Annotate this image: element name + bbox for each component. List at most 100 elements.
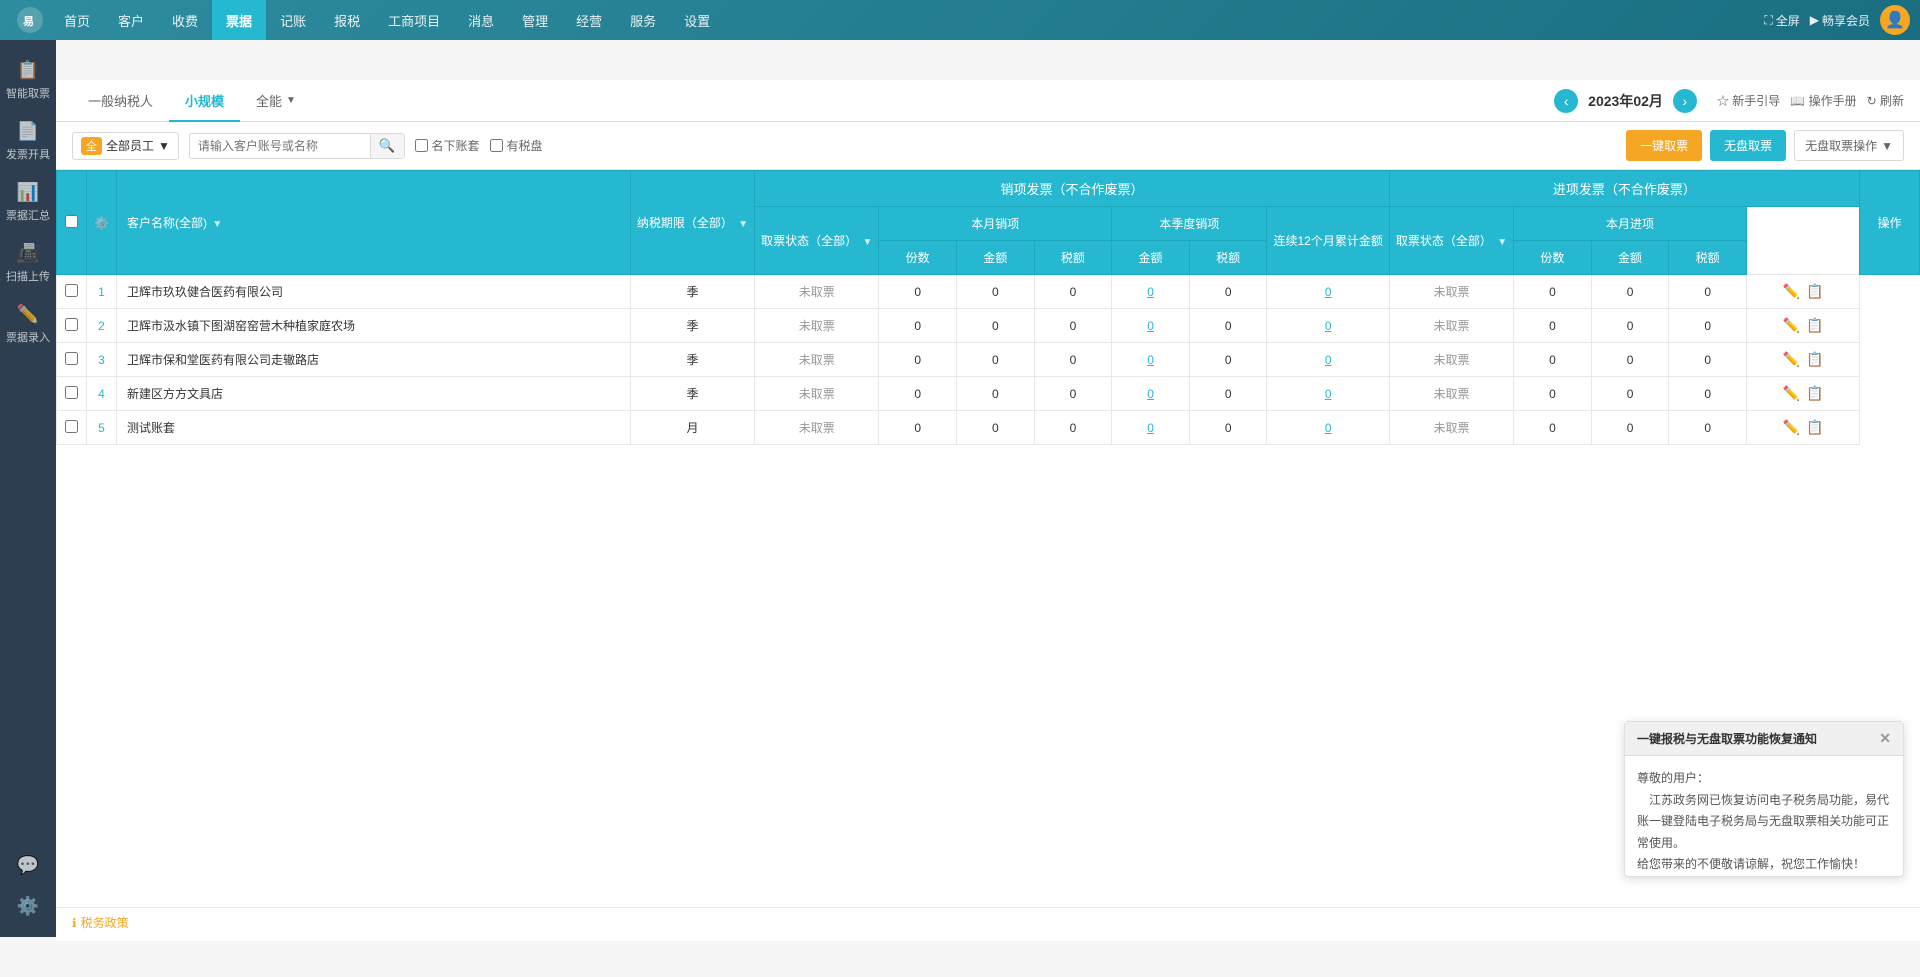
nav-operation[interactable]: 经营 — [562, 0, 616, 40]
row-number: 2 — [87, 309, 117, 343]
row-purchase-month-tax: 0 — [1669, 343, 1747, 377]
row-sales-month-amount: 0 — [956, 309, 1034, 343]
member-button[interactable]: ▶ 畅享会员 — [1810, 12, 1870, 29]
employee-filter[interactable]: 全 全部员工 ▼ — [72, 132, 179, 160]
sidebar-item-msg[interactable]: 💬 — [17, 845, 39, 886]
row-view-icon[interactable]: 📋 — [1806, 317, 1823, 334]
new-guide-button[interactable]: ☆ 新手引导 — [1717, 92, 1780, 109]
period-prev-button[interactable]: ‹ — [1554, 89, 1578, 113]
nav-service[interactable]: 服务 — [616, 0, 670, 40]
nav-invoice[interactable]: 票据 — [212, 0, 266, 40]
row-checkbox-cell — [57, 343, 87, 377]
nav-bookkeeping[interactable]: 记账 — [266, 0, 320, 40]
row-sales-quarter-amount[interactable]: 0 — [1112, 343, 1190, 377]
row-sales-12month[interactable]: 0 — [1267, 343, 1389, 377]
fullscreen-button[interactable]: ⛶ 全屏 — [1764, 12, 1799, 29]
th-purchase-status[interactable]: 取票状态（全部） ▼ — [1389, 207, 1513, 275]
row-purchase-status: 未取票 — [1389, 411, 1513, 445]
nav-home[interactable]: 首页 — [50, 0, 104, 40]
row-sales-12month[interactable]: 0 — [1267, 377, 1389, 411]
row-purchase-month-amount: 0 — [1591, 309, 1669, 343]
no-disk-fetch-button[interactable]: 无盘取票 — [1710, 130, 1786, 161]
row-view-icon[interactable]: 📋 — [1806, 351, 1823, 368]
row-edit-icon[interactable]: ✏️ — [1783, 317, 1800, 334]
nav-customer[interactable]: 客户 — [104, 0, 158, 40]
sidebar-item-invoice-issue[interactable]: 📄 发票开具 — [0, 111, 56, 172]
row-tax-period: 月 — [630, 411, 754, 445]
nav-tax[interactable]: 报税 — [320, 0, 374, 40]
has-tax-disk-checkbox[interactable]: 有税盘 — [490, 137, 543, 154]
row-sales-quarter-amount[interactable]: 0 — [1112, 377, 1190, 411]
row-sales-12month[interactable]: 0 — [1267, 411, 1389, 445]
row-sales-status: 未取票 — [755, 309, 879, 343]
row-sales-quarter-amount[interactable]: 0 — [1112, 275, 1190, 309]
sidebar-item-settings[interactable]: ⚙️ — [17, 886, 39, 927]
manual-button[interactable]: 📖 操作手册 — [1790, 92, 1856, 109]
row-sales-quarter-amount[interactable]: 0 — [1112, 411, 1190, 445]
row-purchase-status: 未取票 — [1389, 377, 1513, 411]
sidebar-item-smart-fetch[interactable]: 📋 智能取票 — [0, 50, 56, 111]
row-view-icon[interactable]: 📋 — [1806, 419, 1823, 436]
nav-settings[interactable]: 设置 — [670, 0, 724, 40]
tab-all-capable-dropdown-icon: ▼ — [286, 95, 296, 106]
invoice-issue-icon: 📄 — [17, 121, 39, 142]
row-edit-icon[interactable]: ✏️ — [1783, 419, 1800, 436]
search-input[interactable] — [190, 135, 370, 157]
row-purchase-month-amount: 0 — [1591, 411, 1669, 445]
th-purchase-invoice-group: 进项发票（不合作废票） — [1389, 171, 1859, 207]
nav-message[interactable]: 消息 — [454, 0, 508, 40]
th-sales-month-amount: 金额 — [956, 241, 1034, 275]
sidebar-item-invoice-entry[interactable]: ✏️ 票据录入 — [0, 294, 56, 355]
row-sales-month-tax: 0 — [1034, 377, 1112, 411]
period-next-button[interactable]: › — [1673, 89, 1697, 113]
row-customer-name: 卫辉市玖玖健合医药有限公司 — [117, 275, 631, 309]
row-checkbox[interactable] — [65, 420, 78, 433]
th-tax-period[interactable]: 纳税期限（全部） ▼ — [630, 171, 754, 275]
nav-business[interactable]: 工商项目 — [374, 0, 454, 40]
tab-all-capable[interactable]: 全能 ▼ — [240, 80, 312, 122]
th-checkbox — [57, 171, 87, 275]
notification-header: 一键报税与无盘取票功能恢复通知 ✕ — [1625, 722, 1903, 756]
th-purchase-month-amount: 金额 — [1591, 241, 1669, 275]
row-sales-12month[interactable]: 0 — [1267, 275, 1389, 309]
row-sales-12month[interactable]: 0 — [1267, 309, 1389, 343]
row-view-icon[interactable]: 📋 — [1806, 283, 1823, 300]
nav-manage[interactable]: 管理 — [508, 0, 562, 40]
row-sales-month-count: 0 — [879, 309, 957, 343]
th-sales-quarter-amount: 金额 — [1112, 241, 1190, 275]
row-purchase-month-amount: 0 — [1591, 275, 1669, 309]
row-view-icon[interactable]: 📋 — [1806, 385, 1823, 402]
th-customer-name[interactable]: 客户名称(全部) ▼ — [117, 171, 631, 275]
filter-badge: 全 — [81, 137, 102, 155]
no-disk-fetch-ops-button[interactable]: 无盘取票操作 ▼ — [1794, 130, 1904, 161]
select-all-checkbox[interactable] — [65, 215, 78, 228]
th-sales-status[interactable]: 取票状态（全部） ▼ — [755, 207, 879, 275]
refresh-button[interactable]: ↻ 刷新 — [1867, 92, 1904, 109]
top-navigation: 易 首页 客户 收费 票据 记账 报税 工商项目 消息 管理 经营 服务 设置 … — [0, 0, 1920, 40]
row-edit-icon[interactable]: ✏️ — [1783, 283, 1800, 300]
one-key-fetch-button[interactable]: 一键取票 — [1626, 130, 1702, 161]
row-checkbox[interactable] — [65, 352, 78, 365]
sidebar-item-scan-upload[interactable]: 📠 扫描上传 — [0, 233, 56, 294]
row-purchase-month-tax: 0 — [1669, 309, 1747, 343]
tax-policy-link[interactable]: ℹ 税务政策 — [72, 914, 129, 931]
tab-small-scale[interactable]: 小规模 — [169, 80, 240, 122]
user-avatar[interactable]: 👤 — [1880, 5, 1910, 35]
row-checkbox[interactable] — [65, 284, 78, 297]
row-edit-icon[interactable]: ✏️ — [1783, 385, 1800, 402]
search-button[interactable]: 🔍 — [370, 134, 404, 158]
row-actions-cell: ✏️ 📋 — [1746, 275, 1859, 309]
star-icon: ☆ — [1717, 94, 1729, 108]
row-edit-icon[interactable]: ✏️ — [1783, 351, 1800, 368]
row-checkbox[interactable] — [65, 318, 78, 331]
tab-general-taxpayer[interactable]: 一般纳税人 — [72, 80, 169, 122]
row-checkbox-cell — [57, 411, 87, 445]
notification-close-button[interactable]: ✕ — [1879, 730, 1891, 747]
nav-billing[interactable]: 收费 — [158, 0, 212, 40]
row-sales-month-amount: 0 — [956, 343, 1034, 377]
row-checkbox[interactable] — [65, 386, 78, 399]
my-accounts-checkbox[interactable]: 名下账套 — [415, 137, 480, 154]
sidebar-item-invoice-summary[interactable]: 📊 票据汇总 — [0, 172, 56, 233]
th-sales-invoice-group: 销项发票（不合作废票） — [755, 171, 1390, 207]
row-sales-quarter-amount[interactable]: 0 — [1112, 309, 1190, 343]
